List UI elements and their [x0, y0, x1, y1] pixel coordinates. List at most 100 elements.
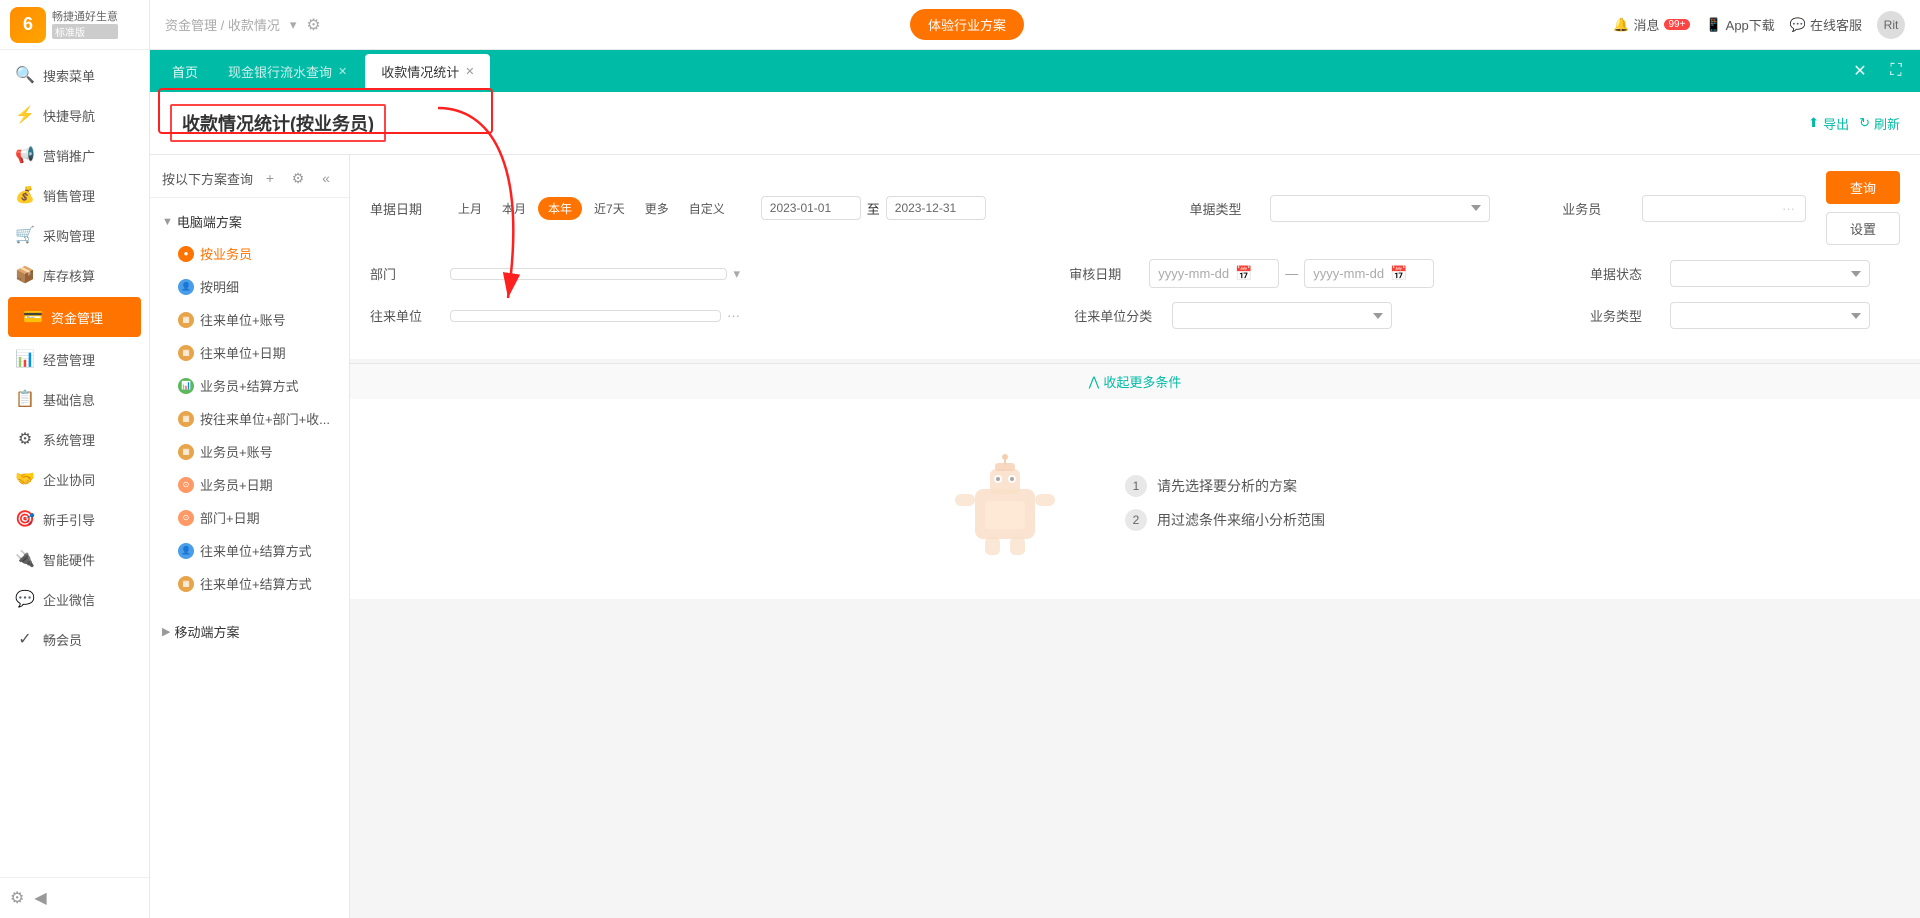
tree-item-by-detail[interactable]: 👤 按明细 [150, 270, 349, 303]
page-title: 收款情况统计(按业务员) [170, 104, 386, 142]
voucher-status-select[interactable] [1670, 260, 1870, 287]
tree-item-salesperson-account[interactable]: ▦ 业务员+账号 [150, 435, 349, 468]
user-avatar[interactable]: Rit [1877, 11, 1905, 39]
sidebar-item-finance[interactable]: 💳 资金管理 [8, 297, 141, 337]
sidebar-item-member[interactable]: ✓ 畅会员 [0, 619, 149, 659]
tree-parent-desktop[interactable]: ▼ 电脑端方案 [150, 206, 349, 237]
messages-badge: 99+ [1664, 19, 1691, 30]
dept-input[interactable] [450, 268, 727, 280]
sidebar-item-quicknav[interactable]: ⚡ 快捷导航 [0, 95, 149, 135]
sidebar-label-guide: 新手引导 [43, 510, 95, 529]
audit-to-input[interactable]: yyyy-mm-dd 📅 [1304, 259, 1434, 288]
step1-num: 1 [1125, 475, 1147, 497]
tab-home[interactable]: 首页 [160, 54, 210, 89]
tab-bank-flow-close[interactable]: ✕ [338, 65, 347, 78]
sidebar-item-basic[interactable]: 📋 基础信息 [0, 379, 149, 419]
tree-item-salesperson-settlement[interactable]: 📊 业务员+结算方式 [150, 369, 349, 402]
messages-btn[interactable]: 🔔 消息 99+ [1613, 15, 1690, 34]
sidebar-item-wechat[interactable]: 💬 企业微信 [0, 579, 149, 619]
refresh-btn[interactable]: ↻ 刷新 [1859, 114, 1900, 133]
date-tab-this-month[interactable]: 本月 [494, 197, 534, 220]
tree-item-salesperson-label: 按业务员 [200, 244, 252, 263]
message-icon: 🔔 [1613, 17, 1629, 33]
tabbar-close-btn[interactable]: ✕ [1846, 57, 1874, 85]
settings-gear-icon[interactable]: ⚙ [306, 15, 320, 35]
audit-from-placeholder: yyyy-mm-dd [1158, 266, 1229, 281]
tree-item-by-salesperson[interactable]: ● 按业务员 [150, 237, 349, 270]
page-actions: ⬆ 导出 ↻ 刷新 [1808, 114, 1900, 133]
enterprise-icon: 🤝 [15, 469, 35, 489]
collapse-bar[interactable]: ⋀ 收起更多条件 [350, 363, 1920, 399]
sidebar-item-operations[interactable]: 📊 经营管理 [0, 339, 149, 379]
date-from-input[interactable] [761, 196, 861, 220]
collapse-panel-btn[interactable]: « [315, 167, 337, 189]
basic-icon: 📋 [15, 389, 35, 409]
sidebar-item-purchase[interactable]: 🛒 采购管理 [0, 215, 149, 255]
dropdown-arrow[interactable]: ▾ [290, 17, 297, 33]
tree-item-partner-settlement1-label: 往来单位+结算方式 [200, 541, 312, 560]
tree-item-partner-settlement2[interactable]: ▦ 往来单位+结算方式 [150, 567, 349, 600]
tree-item-salesperson-date[interactable]: ⊙ 业务员+日期 [150, 468, 349, 501]
tab-bank-flow[interactable]: 现金银行流水查询 ✕ [212, 54, 363, 89]
partner-category-select[interactable] [1172, 302, 1392, 329]
query-button[interactable]: 查询 [1826, 171, 1900, 204]
voucher-type-select[interactable] [1270, 195, 1490, 222]
step1-text: 请先选择要分析的方案 [1157, 476, 1297, 496]
tree-desktop: ▼ 电脑端方案 ● 按业务员 👤 按明细 ▦ 往来单位+账号 [150, 198, 349, 608]
sidebar-item-hardware[interactable]: 🔌 智能硬件 [0, 539, 149, 579]
tree-item-partner-dept-receipt[interactable]: ▦ 按往来单位+部门+收... [150, 402, 349, 435]
biz-type-select[interactable] [1670, 302, 1870, 329]
sidebar-settings-btn[interactable]: ⚙ [10, 888, 24, 908]
member-icon: ✓ [15, 629, 35, 649]
salesperson-input[interactable]: ··· [1642, 195, 1806, 222]
sidebar-label-quicknav: 快捷导航 [43, 106, 95, 125]
wechat-icon: 💬 [15, 589, 35, 609]
tree-item-salesperson-date-label: 业务员+日期 [200, 475, 273, 494]
date-tab-more[interactable]: 更多 [637, 197, 677, 220]
tree-item-partner-account[interactable]: ▦ 往来单位+账号 [150, 303, 349, 336]
date-tab-7days[interactable]: 近7天 [586, 197, 633, 220]
settings-button[interactable]: 设置 [1826, 212, 1900, 245]
partner-input[interactable] [450, 310, 721, 322]
scheme-settings-btn[interactable]: ⚙ [287, 167, 309, 189]
tab-receipt-stats-label: 收款情况统计 [381, 62, 459, 81]
tree-parent-mobile[interactable]: ▶ 移动端方案 [150, 616, 349, 647]
partner-more-dots[interactable]: ··· [727, 308, 740, 323]
partner-dept-receipt-icon: ▦ [178, 411, 194, 427]
date-tab-this-year[interactable]: 本年 [538, 197, 582, 220]
tree-item-dept-date[interactable]: ⊙ 部门+日期 [150, 501, 349, 534]
partner-date-scheme-icon: ▦ [178, 345, 194, 361]
add-scheme-btn[interactable]: + [259, 167, 281, 189]
online-service-btn[interactable]: 💬 在线客服 [1790, 15, 1862, 34]
tree-item-detail-label: 按明细 [200, 277, 239, 296]
download-icon: 📱 [1705, 17, 1721, 33]
tree-item-partner-date[interactable]: ▦ 往来单位+日期 [150, 336, 349, 369]
purchase-icon: 🛒 [15, 225, 35, 245]
dept-dropdown-icon[interactable]: ▾ [733, 266, 740, 282]
salesperson-settlement-icon: 📊 [178, 378, 194, 394]
empty-state-area: 1 请先选择要分析的方案 2 用过滤条件来缩小分析范围 [350, 399, 1920, 599]
sidebar-item-search[interactable]: 🔍 搜索菜单 [0, 55, 149, 95]
date-tab-custom[interactable]: 自定义 [681, 197, 733, 220]
tab-receipt-stats-close[interactable]: ✕ [465, 65, 474, 78]
sidebar-item-inventory[interactable]: 📦 库存核算 [0, 255, 149, 295]
breadcrumb-text: 资金管理 / 收款情况 [165, 15, 280, 34]
audit-from-input[interactable]: yyyy-mm-dd 📅 [1149, 259, 1279, 288]
tabbar-expand-btn[interactable]: ⛶ [1882, 57, 1910, 85]
search-icon: 🔍 [15, 65, 35, 85]
date-tab-last-month[interactable]: 上月 [450, 197, 490, 220]
sidebar-item-marketing[interactable]: 📢 营销推广 [0, 135, 149, 175]
tree-item-partner-settlement1[interactable]: 👤 往来单位+结算方式 [150, 534, 349, 567]
app-download-btn[interactable]: 📱 App下载 [1705, 15, 1774, 34]
tab-receipt-stats[interactable]: 收款情况统计 ✕ [365, 54, 490, 89]
date-to-input[interactable] [886, 196, 986, 220]
sidebar-item-guide[interactable]: 🎯 新手引导 [0, 499, 149, 539]
calendar-to-icon: 📅 [1390, 265, 1407, 282]
export-btn[interactable]: ⬆ 导出 [1808, 114, 1849, 133]
sidebar-item-system[interactable]: ⚙ 系统管理 [0, 419, 149, 459]
sidebar-item-sales[interactable]: 💰 销售管理 [0, 175, 149, 215]
trial-button[interactable]: 体验行业方案 [910, 9, 1024, 40]
partner-category-label: 往来单位分类 [1074, 306, 1152, 325]
sidebar-item-enterprise[interactable]: 🤝 企业协同 [0, 459, 149, 499]
sidebar-collapse-btn[interactable]: ◀ [34, 888, 46, 908]
